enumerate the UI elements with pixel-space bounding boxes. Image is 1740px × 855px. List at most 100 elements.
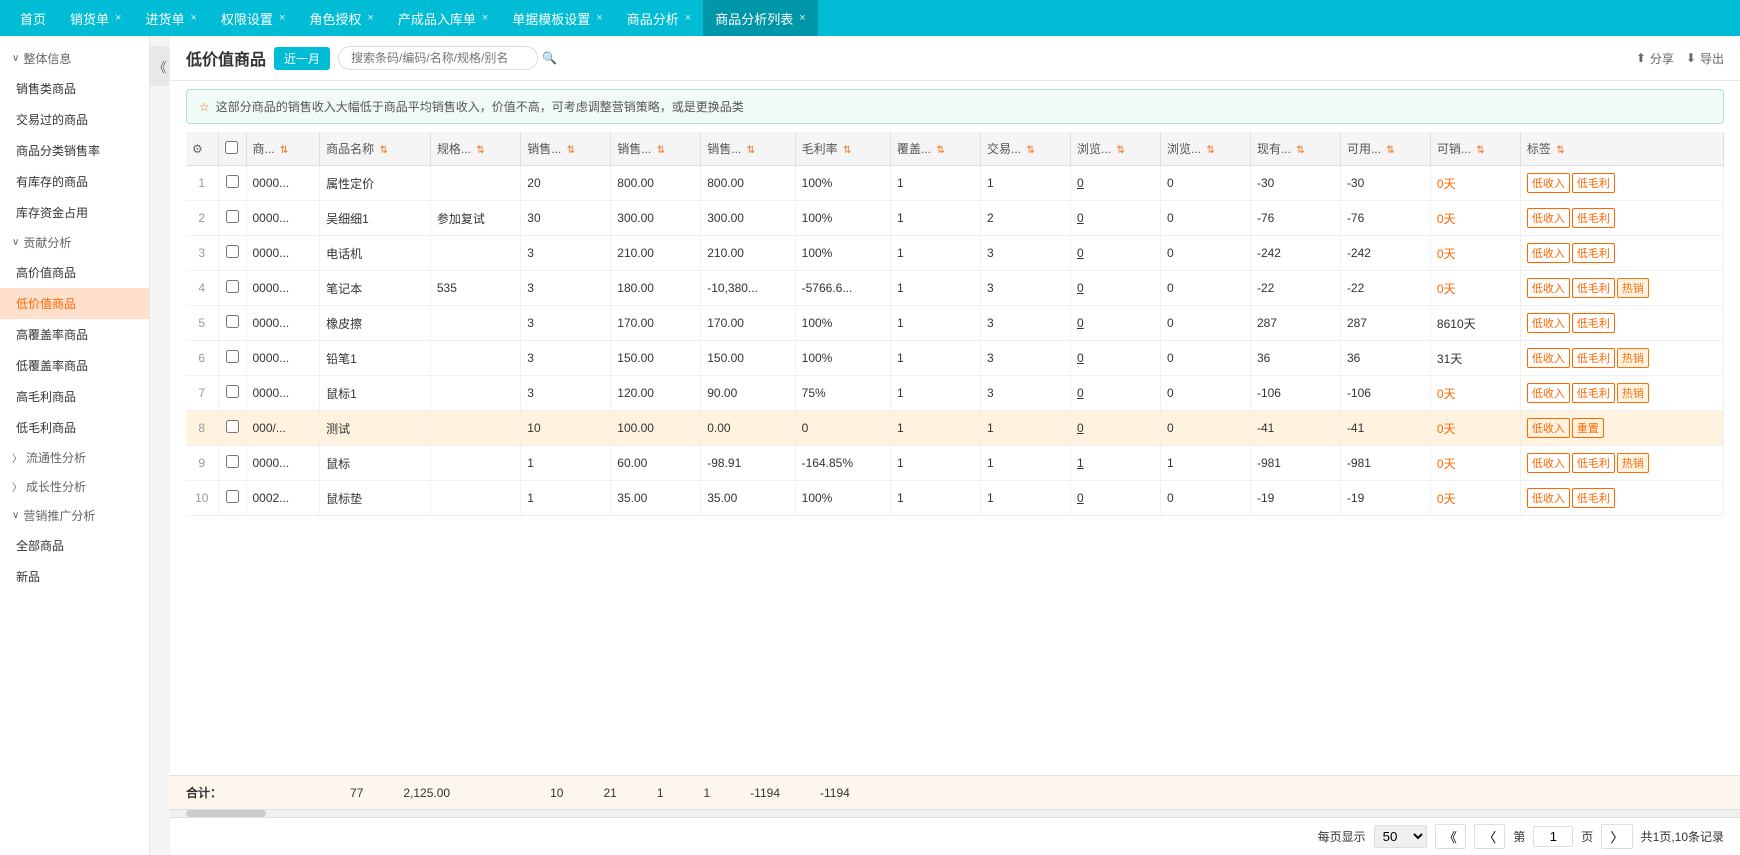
cell-trade: 3 bbox=[981, 341, 1071, 376]
close-permissions-icon[interactable]: × bbox=[279, 12, 285, 24]
cell-browse1: 1 bbox=[1070, 446, 1160, 481]
sidebar-item-category-sales-rate[interactable]: 商品分类销售率 bbox=[0, 135, 149, 166]
column-gear[interactable]: ⚙ bbox=[186, 132, 218, 166]
close-sales-order-icon[interactable]: × bbox=[115, 12, 121, 24]
cell-coverage: 1 bbox=[891, 166, 981, 201]
page-number-input[interactable] bbox=[1533, 826, 1573, 847]
sidebar-item-low-coverage[interactable]: 低覆盖率商品 bbox=[0, 350, 149, 381]
pagination-bar: 每页显示 50 100 200 《 〈 第 页 〉 共1页,10条记录 bbox=[170, 817, 1740, 855]
export-button[interactable]: ⬇ 导出 bbox=[1686, 50, 1724, 67]
nav-permissions[interactable]: 权限设置 × bbox=[209, 0, 297, 36]
filter-period-button[interactable]: 近一月 bbox=[274, 47, 330, 70]
sidebar-collapse-button[interactable]: 《 bbox=[150, 46, 170, 86]
cell-tags: 低收入低毛利 bbox=[1520, 306, 1723, 341]
row-checkbox[interactable] bbox=[226, 210, 239, 223]
nav-finished-goods[interactable]: 产成品入库单 × bbox=[386, 0, 500, 36]
column-name[interactable]: 商品名称 ⇅ bbox=[320, 132, 431, 166]
cell-available: -981 bbox=[1340, 446, 1430, 481]
column-sales-avg[interactable]: 销售... ⇅ bbox=[701, 132, 795, 166]
gear-icon[interactable]: ⚙ bbox=[192, 142, 203, 156]
cell-sales-amt: 35.00 bbox=[611, 481, 701, 516]
row-checkbox[interactable] bbox=[226, 315, 239, 328]
select-all-checkbox[interactable] bbox=[225, 141, 238, 154]
sidebar-item-high-value[interactable]: 高价值商品 bbox=[0, 257, 149, 288]
row-checkbox[interactable] bbox=[226, 420, 239, 433]
browse1-link[interactable]: 0 bbox=[1077, 246, 1084, 260]
sidebar-item-capital[interactable]: 库存资金占用 bbox=[0, 197, 149, 228]
cell-trade: 1 bbox=[981, 481, 1071, 516]
column-available[interactable]: 可用... ⇅ bbox=[1340, 132, 1430, 166]
sidebar-item-new-products[interactable]: 新品 bbox=[0, 561, 149, 592]
row-checkbox[interactable] bbox=[226, 385, 239, 398]
browse1-link[interactable]: 0 bbox=[1077, 386, 1084, 400]
column-tags[interactable]: 标签 ⇅ bbox=[1520, 132, 1723, 166]
column-margin[interactable]: 毛利率 ⇅ bbox=[795, 132, 890, 166]
nav-purchase-order[interactable]: 进货单 × bbox=[133, 0, 208, 36]
browse1-link[interactable]: 0 bbox=[1077, 351, 1084, 365]
browse1-link[interactable]: 0 bbox=[1077, 176, 1084, 190]
cell-sales-amt: 60.00 bbox=[611, 446, 701, 481]
sidebar-item-sales-category[interactable]: 销售类商品 bbox=[0, 73, 149, 104]
nav-roles[interactable]: 角色授权 × bbox=[297, 0, 385, 36]
close-roles-icon[interactable]: × bbox=[367, 12, 373, 24]
browse1-link[interactable]: 0 bbox=[1077, 316, 1084, 330]
per-page-select[interactable]: 50 100 200 bbox=[1374, 825, 1427, 848]
sidebar-group-contribution[interactable]: ∨ 贡献分析 bbox=[0, 228, 149, 257]
row-checkbox[interactable] bbox=[226, 175, 239, 188]
close-product-analysis-icon[interactable]: × bbox=[685, 12, 691, 24]
sidebar-item-low-value[interactable]: 低价值商品 bbox=[0, 288, 149, 319]
sidebar-group-growth[interactable]: 〉 成长性分析 bbox=[0, 472, 149, 501]
nav-analysis-list[interactable]: 商品分析列表 × bbox=[703, 0, 817, 36]
close-finished-goods-icon[interactable]: × bbox=[482, 12, 488, 24]
column-sales-amt[interactable]: 销售... ⇅ bbox=[611, 132, 701, 166]
cell-code: 0000... bbox=[246, 236, 320, 271]
column-sellable[interactable]: 可销... ⇅ bbox=[1430, 132, 1520, 166]
nav-template-settings[interactable]: 单据模板设置 × bbox=[500, 0, 614, 36]
sidebar-group-overall[interactable]: ∨ 整体信息 bbox=[0, 44, 149, 73]
row-checkbox[interactable] bbox=[226, 455, 239, 468]
share-button[interactable]: ⬆ 分享 bbox=[1636, 50, 1674, 67]
close-analysis-list-icon[interactable]: × bbox=[799, 12, 805, 24]
nav-sales-order[interactable]: 销货单 × bbox=[58, 0, 133, 36]
column-code[interactable]: 商... ⇅ bbox=[246, 132, 320, 166]
table-row: 9 0000... 鼠标 1 60.00 -98.91 -164.85% 1 1… bbox=[186, 446, 1724, 481]
sidebar-item-traded[interactable]: 交易过的商品 bbox=[0, 104, 149, 135]
row-checkbox[interactable] bbox=[226, 245, 239, 258]
total-sales-amt: 2,125.00 bbox=[403, 786, 450, 800]
nav-home[interactable]: 首页 bbox=[8, 0, 58, 36]
column-spec[interactable]: 规格... ⇅ bbox=[430, 132, 520, 166]
browse1-link[interactable]: 0 bbox=[1077, 211, 1084, 225]
sidebar-group-flow[interactable]: 〉 流通性分析 bbox=[0, 443, 149, 472]
prev-page-button[interactable]: 〈 bbox=[1474, 824, 1505, 849]
column-coverage[interactable]: 覆盖... ⇅ bbox=[891, 132, 981, 166]
column-browse1[interactable]: 浏览... ⇅ bbox=[1070, 132, 1160, 166]
row-checkbox[interactable] bbox=[226, 350, 239, 363]
close-purchase-order-icon[interactable]: × bbox=[190, 12, 196, 24]
browse1-link[interactable]: 0 bbox=[1077, 491, 1084, 505]
column-trade[interactable]: 交易... ⇅ bbox=[981, 132, 1071, 166]
column-current-stock[interactable]: 现有... ⇅ bbox=[1250, 132, 1340, 166]
close-template-icon[interactable]: × bbox=[596, 12, 602, 24]
first-page-button[interactable]: 《 bbox=[1435, 824, 1466, 849]
row-checkbox[interactable] bbox=[226, 280, 239, 293]
sidebar-item-high-coverage[interactable]: 高覆盖率商品 bbox=[0, 319, 149, 350]
cell-sellable: 0天 bbox=[1430, 376, 1520, 411]
sidebar-item-in-stock[interactable]: 有库存的商品 bbox=[0, 166, 149, 197]
search-icon[interactable]: 🔍 bbox=[542, 51, 557, 65]
sidebar-item-low-margin[interactable]: 低毛利商品 bbox=[0, 412, 149, 443]
browse1-link[interactable]: 0 bbox=[1077, 421, 1084, 435]
sidebar-item-high-margin[interactable]: 高毛利商品 bbox=[0, 381, 149, 412]
row-checkbox[interactable] bbox=[226, 490, 239, 503]
column-browse2[interactable]: 浏览... ⇅ bbox=[1160, 132, 1250, 166]
browse1-link[interactable]: 1 bbox=[1077, 456, 1084, 470]
nav-product-analysis[interactable]: 商品分析 × bbox=[615, 0, 703, 36]
search-input[interactable] bbox=[338, 46, 538, 70]
column-sales-qty[interactable]: 销售... ⇅ bbox=[521, 132, 611, 166]
browse1-link[interactable]: 0 bbox=[1077, 281, 1084, 295]
tag-低毛利: 低毛利 bbox=[1572, 278, 1615, 298]
cell-sellable: 0天 bbox=[1430, 481, 1520, 516]
cell-margin: 100% bbox=[795, 201, 890, 236]
next-page-button[interactable]: 〉 bbox=[1601, 824, 1632, 849]
sidebar-item-all-products[interactable]: 全部商品 bbox=[0, 530, 149, 561]
sidebar-group-marketing[interactable]: ∨ 营销推广分析 bbox=[0, 501, 149, 530]
